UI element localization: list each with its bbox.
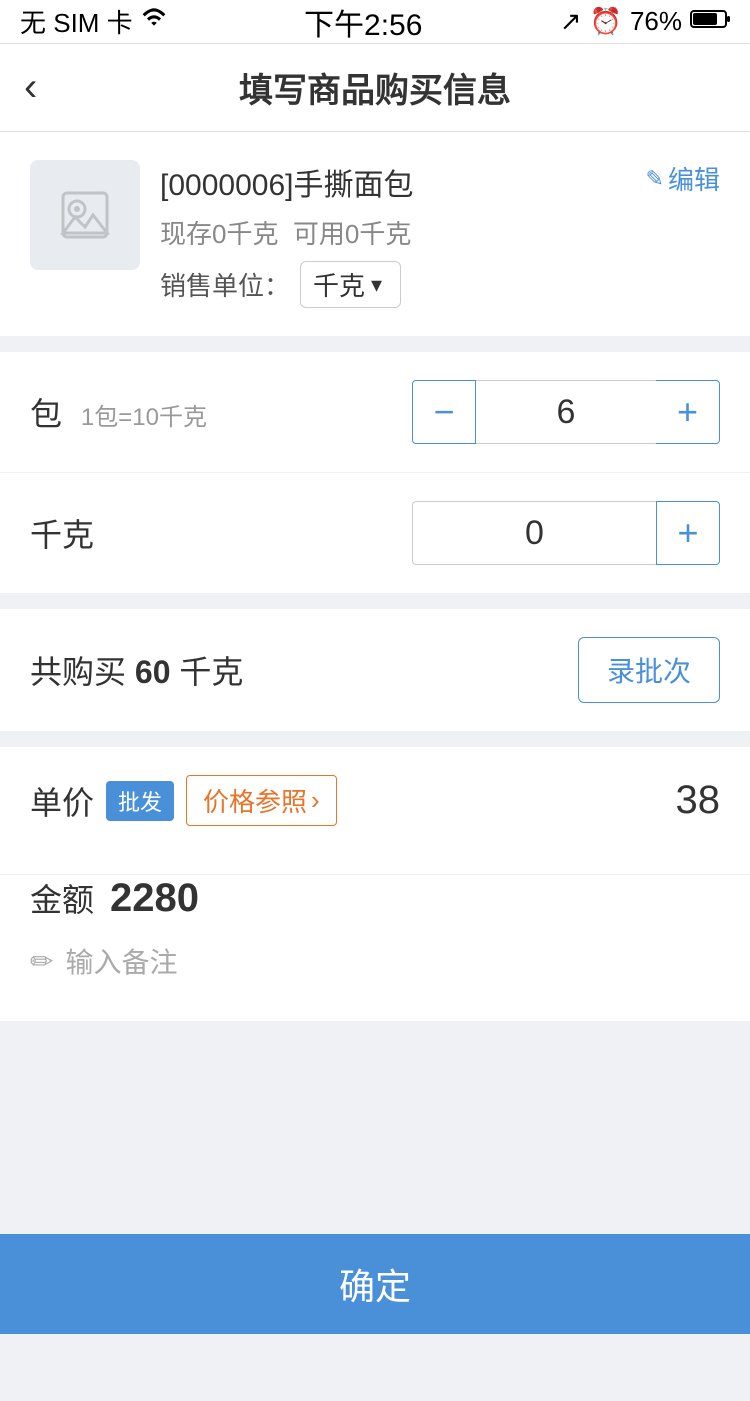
kg-plus-button[interactable]: + [656, 501, 720, 565]
amount-row: 金额 2280 [30, 875, 720, 921]
summary-row: 共购买 60 千克 录批次 [0, 609, 750, 731]
nav-bar: ‹ 填写商品购买信息 [0, 44, 750, 132]
summary-text: 共购买 60 千克 [30, 647, 243, 693]
kg-input[interactable] [412, 501, 656, 565]
package-row: 包 1包=10千克 − + [0, 352, 750, 473]
bottom-area [0, 1021, 750, 1401]
status-time: 下午2:56 [304, 0, 422, 44]
amount-label: 金额 [30, 875, 94, 921]
status-right: ↗ ⏰ 76% [560, 6, 730, 37]
remark-row[interactable]: ✏ 输入备注 [30, 941, 720, 1001]
location-icon: ↗ [560, 6, 582, 37]
carrier-label: 无 SIM 卡 [20, 3, 133, 40]
product-card: [0000006]手撕面包 现存0千克 可用0千克 销售单位： 千克 ▾ ✎ 编… [0, 132, 750, 336]
kg-label: 千克 [30, 510, 412, 556]
confirm-button[interactable]: 确定 [0, 1234, 750, 1334]
package-minus-button[interactable]: − [412, 380, 476, 444]
back-button[interactable]: ‹ [24, 65, 37, 110]
unit-select[interactable]: 千克 ▾ [300, 261, 401, 308]
product-unit: 销售单位： 千克 ▾ [160, 261, 720, 308]
product-stock: 现存0千克 可用0千克 [160, 214, 720, 251]
status-bar: 无 SIM 卡 下午2:56 ↗ ⏰ 76% [0, 0, 750, 44]
alarm-icon: ⏰ [590, 6, 622, 37]
price-value: 38 [676, 778, 721, 823]
amount-section: 金额 2280 ✏ 输入备注 [0, 874, 750, 1021]
battery-label: 76% [630, 6, 682, 37]
remark-placeholder: 输入备注 [65, 941, 177, 981]
price-tag: 批发 [106, 781, 174, 821]
page-title: 填写商品购买信息 [239, 63, 511, 112]
batch-button[interactable]: 录批次 [578, 637, 720, 703]
edit-button[interactable]: ✎ 编辑 [646, 160, 720, 197]
pencil-icon: ✏ [30, 945, 53, 978]
amount-value: 2280 [110, 876, 199, 921]
kg-qty-control: + [412, 501, 720, 565]
package-label: 包 1包=10千克 [30, 389, 412, 435]
product-name: [0000006]手撕面包 [160, 160, 720, 204]
product-thumbnail [30, 160, 140, 270]
kg-row: 千克 + [0, 473, 750, 593]
product-info: [0000006]手撕面包 现存0千克 可用0千克 销售单位： 千克 ▾ [160, 160, 720, 308]
package-sublabel: 1包=10千克 [81, 404, 207, 431]
battery-icon [690, 6, 730, 37]
package-plus-button[interactable]: + [656, 380, 720, 444]
price-label: 单价 批发 价格参照 › [30, 775, 337, 826]
price-section: 单价 批发 价格参照 › 38 [0, 747, 750, 874]
status-left: 无 SIM 卡 [20, 3, 167, 40]
price-ref-button[interactable]: 价格参照 › [186, 775, 337, 826]
package-qty-control: − + [412, 380, 720, 444]
input-section: 包 1包=10千克 − + 千克 + [0, 352, 750, 593]
package-input[interactable] [476, 380, 656, 444]
wifi-icon [141, 5, 167, 38]
price-row: 单价 批发 价格参照 › 38 [30, 775, 720, 826]
